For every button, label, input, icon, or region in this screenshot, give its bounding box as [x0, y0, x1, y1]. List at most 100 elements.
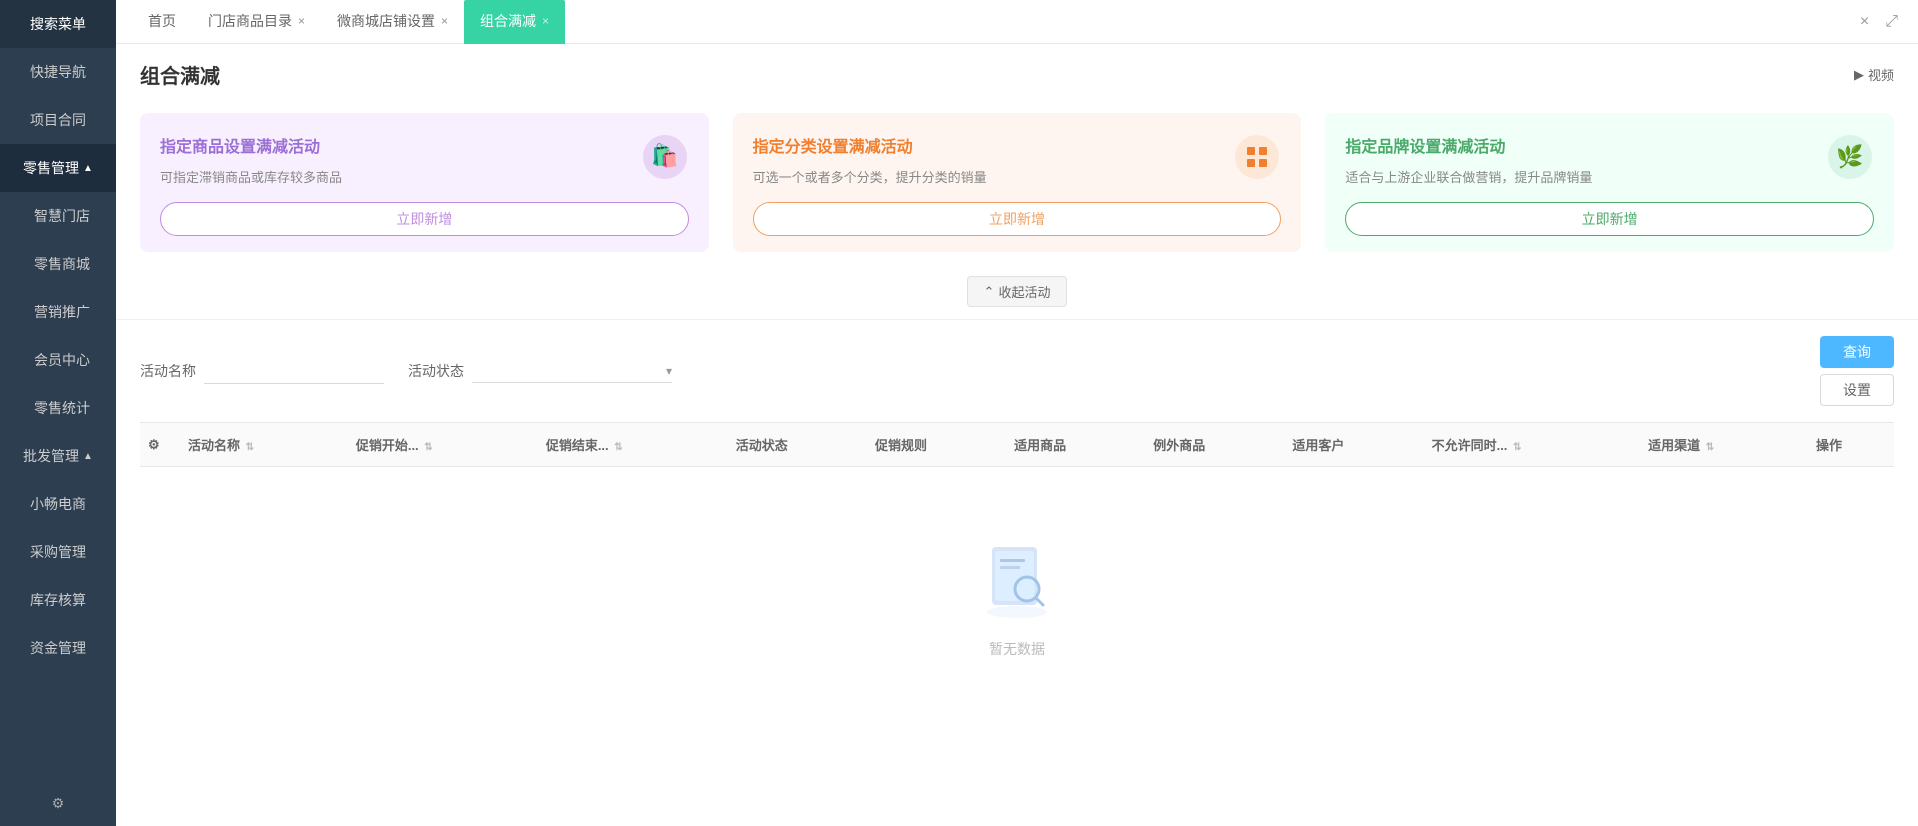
table-col-rule: 促销规则: [867, 423, 1006, 467]
table-col-customer: 适用客户: [1284, 423, 1423, 467]
tab-wechat-store[interactable]: 微商城店铺设置 ×: [321, 0, 464, 44]
query-button[interactable]: 查询: [1820, 336, 1894, 368]
table-col-channel[interactable]: 适用渠道 ⇅: [1640, 423, 1808, 467]
sidebar-item-marketing[interactable]: 营销推广: [0, 288, 116, 336]
sidebar-item-label: 零售管理: [23, 158, 79, 178]
collapse-activities-button[interactable]: ⌃ 收起活动: [967, 276, 1068, 307]
sidebar-item-label: 智慧门店: [34, 206, 90, 226]
tab-store-catalog[interactable]: 门店商品目录 ×: [192, 0, 321, 44]
chevron-down-icon: ▲: [83, 451, 93, 462]
table-col-gear[interactable]: ⚙: [140, 423, 180, 467]
sidebar-item-label: 采购管理: [30, 542, 86, 562]
sort-icon: ⇅: [424, 442, 432, 453]
tab-store-catalog-label: 门店商品目录: [208, 11, 292, 31]
sidebar-item-label: 资金管理: [30, 638, 86, 658]
sidebar-item-purchase[interactable]: 采购管理: [0, 528, 116, 576]
sidebar-item-finance[interactable]: 资金管理: [0, 624, 116, 672]
chevron-up-icon: ▲: [83, 163, 93, 174]
goods-card-add-button[interactable]: 立即新增: [160, 202, 689, 236]
table-col-goods-label: 适用商品: [1014, 438, 1066, 453]
sidebar-item-wholesale[interactable]: 批发管理 ▲: [0, 432, 116, 480]
tab-home-label: 首页: [148, 11, 176, 31]
sidebar-search[interactable]: 搜索菜单: [0, 0, 116, 48]
sidebar-item-inventory[interactable]: 库存核算: [0, 576, 116, 624]
gear-icon: ⚙: [148, 437, 160, 452]
filter-name-input[interactable]: [204, 359, 384, 384]
filter-status-select[interactable]: ▾: [472, 360, 672, 383]
tabs-bar: 首页 门店商品目录 × 微商城店铺设置 × 组合满减 × × ⤢: [116, 0, 1918, 44]
table-col-name[interactable]: 活动名称 ⇅: [180, 423, 348, 467]
brand-card-add-button[interactable]: 立即新增: [1345, 202, 1874, 236]
sidebar: 搜索菜单 快捷导航 项目合同 零售管理 ▲ 智慧门店 零售商城 营销推广 会员中…: [0, 0, 116, 826]
table-col-start[interactable]: 促销开始... ⇅: [348, 423, 538, 467]
collapse-bar: ⌃ 收起活动: [116, 268, 1918, 319]
table-col-action-label: 操作: [1816, 438, 1842, 453]
page-header: 组合满减 ▶ 视频: [116, 44, 1918, 97]
table-col-end[interactable]: 促销结束... ⇅: [538, 423, 728, 467]
filter-status-label: 活动状态: [408, 361, 464, 381]
table-col-except-label: 例外商品: [1153, 438, 1205, 453]
cards-section: 指定商品设置满减活动 🛍️ 可指定滞销商品或库存较多商品 立即新增 指定分类设置…: [116, 97, 1918, 268]
brand-card: 指定品牌设置满减活动 🌿 适合与上游企业联合做营销，提升品牌销量 立即新增: [1325, 113, 1894, 252]
category-card-desc: 可选一个或者多个分类，提升分类的销量: [753, 167, 1282, 186]
expand-window-icon[interactable]: ⤢: [1881, 9, 1902, 35]
sort-icon: ⇅: [1513, 442, 1521, 453]
table-col-nostack-label: 不允许同时...: [1432, 438, 1508, 453]
sidebar-item-quick-nav[interactable]: 快捷导航: [0, 48, 116, 96]
sidebar-item-ecommerce[interactable]: 小畅电商: [0, 480, 116, 528]
goods-card: 指定商品设置满减活动 🛍️ 可指定滞销商品或库存较多商品 立即新增: [140, 113, 709, 252]
category-card: 指定分类设置满减活动 可选一个或者多个分类，提升分类的销量 立即新增: [733, 113, 1302, 252]
tab-combo-discount-close[interactable]: ×: [542, 14, 549, 28]
table-col-status-label: 活动状态: [736, 438, 788, 453]
sidebar-item-retail-mall[interactable]: 零售商城: [0, 240, 116, 288]
setting-button[interactable]: 设置: [1820, 374, 1894, 406]
video-link[interactable]: ▶ 视频: [1854, 65, 1894, 84]
sidebar-item-label: 会员中心: [34, 350, 90, 370]
table-col-customer-label: 适用客户: [1292, 438, 1344, 453]
table-section: ⚙ 活动名称 ⇅ 促销开始... ⇅ 促销结束... ⇅: [116, 422, 1918, 467]
tab-wechat-store-close[interactable]: ×: [441, 14, 448, 28]
tab-home[interactable]: 首页: [132, 0, 192, 44]
tab-combo-discount[interactable]: 组合满减 ×: [464, 0, 565, 44]
sidebar-item-retail-management[interactable]: 零售管理 ▲: [0, 144, 116, 192]
table-col-status: 活动状态: [728, 423, 867, 467]
table-col-channel-label: 适用渠道: [1648, 438, 1700, 453]
goods-card-desc: 可指定滞销商品或库存较多商品: [160, 167, 689, 186]
page-title: 组合满减: [140, 60, 220, 89]
goods-card-title: 指定商品设置满减活动: [160, 133, 689, 157]
bag-icon: 🛍️: [641, 133, 689, 189]
empty-illustration: [967, 527, 1067, 627]
table-col-except: 例外商品: [1145, 423, 1284, 467]
sidebar-item-smart-store[interactable]: 智慧门店: [0, 192, 116, 240]
sidebar-settings[interactable]: ⚙: [0, 781, 116, 826]
sidebar-item-member-center[interactable]: 会员中心: [0, 336, 116, 384]
filter-buttons: 查询 设置: [1820, 336, 1894, 406]
table-col-nostack[interactable]: 不允许同时... ⇅: [1424, 423, 1641, 467]
page-content: 组合满减 ▶ 视频 指定商品设置满减活动 🛍️ 可指定滞销商品或库存较多商品 立…: [116, 44, 1918, 826]
filter-name-item: 活动名称: [140, 359, 384, 384]
sidebar-item-retail-stats[interactable]: 零售统计: [0, 384, 116, 432]
sort-icon: ⇅: [1706, 442, 1714, 453]
table-col-start-label: 促销开始...: [356, 438, 419, 453]
empty-state: 暂无数据: [116, 467, 1918, 699]
sort-icon: ⇅: [246, 442, 254, 453]
tab-wechat-store-label: 微商城店铺设置: [337, 11, 435, 31]
leaf-icon: 🌿: [1826, 133, 1874, 189]
sort-icon: ⇅: [614, 442, 622, 453]
tab-store-catalog-close[interactable]: ×: [298, 14, 305, 28]
data-table: ⚙ 活动名称 ⇅ 促销开始... ⇅ 促销结束... ⇅: [140, 422, 1894, 467]
svg-text:🛍️: 🛍️: [651, 143, 678, 168]
tab-combo-discount-label: 组合满减: [480, 11, 536, 31]
collapse-btn-label: 收起活动: [998, 282, 1050, 301]
filter-name-label: 活动名称: [140, 361, 196, 381]
brand-card-title: 指定品牌设置满减活动: [1345, 133, 1874, 157]
sidebar-item-label: 批发管理: [23, 446, 79, 466]
brand-card-desc: 适合与上游企业联合做营销，提升品牌销量: [1345, 167, 1874, 186]
category-card-add-button[interactable]: 立即新增: [753, 202, 1282, 236]
close-window-icon[interactable]: ×: [1856, 9, 1873, 35]
tabs-right-controls: × ⤢: [1856, 9, 1902, 35]
svg-text:🌿: 🌿: [1836, 144, 1863, 169]
table-col-rule-label: 促销规则: [875, 438, 927, 453]
sidebar-item-project-contract[interactable]: 项目合同: [0, 96, 116, 144]
filter-bar: 活动名称 活动状态 ▾ 查询 设置: [116, 319, 1918, 422]
